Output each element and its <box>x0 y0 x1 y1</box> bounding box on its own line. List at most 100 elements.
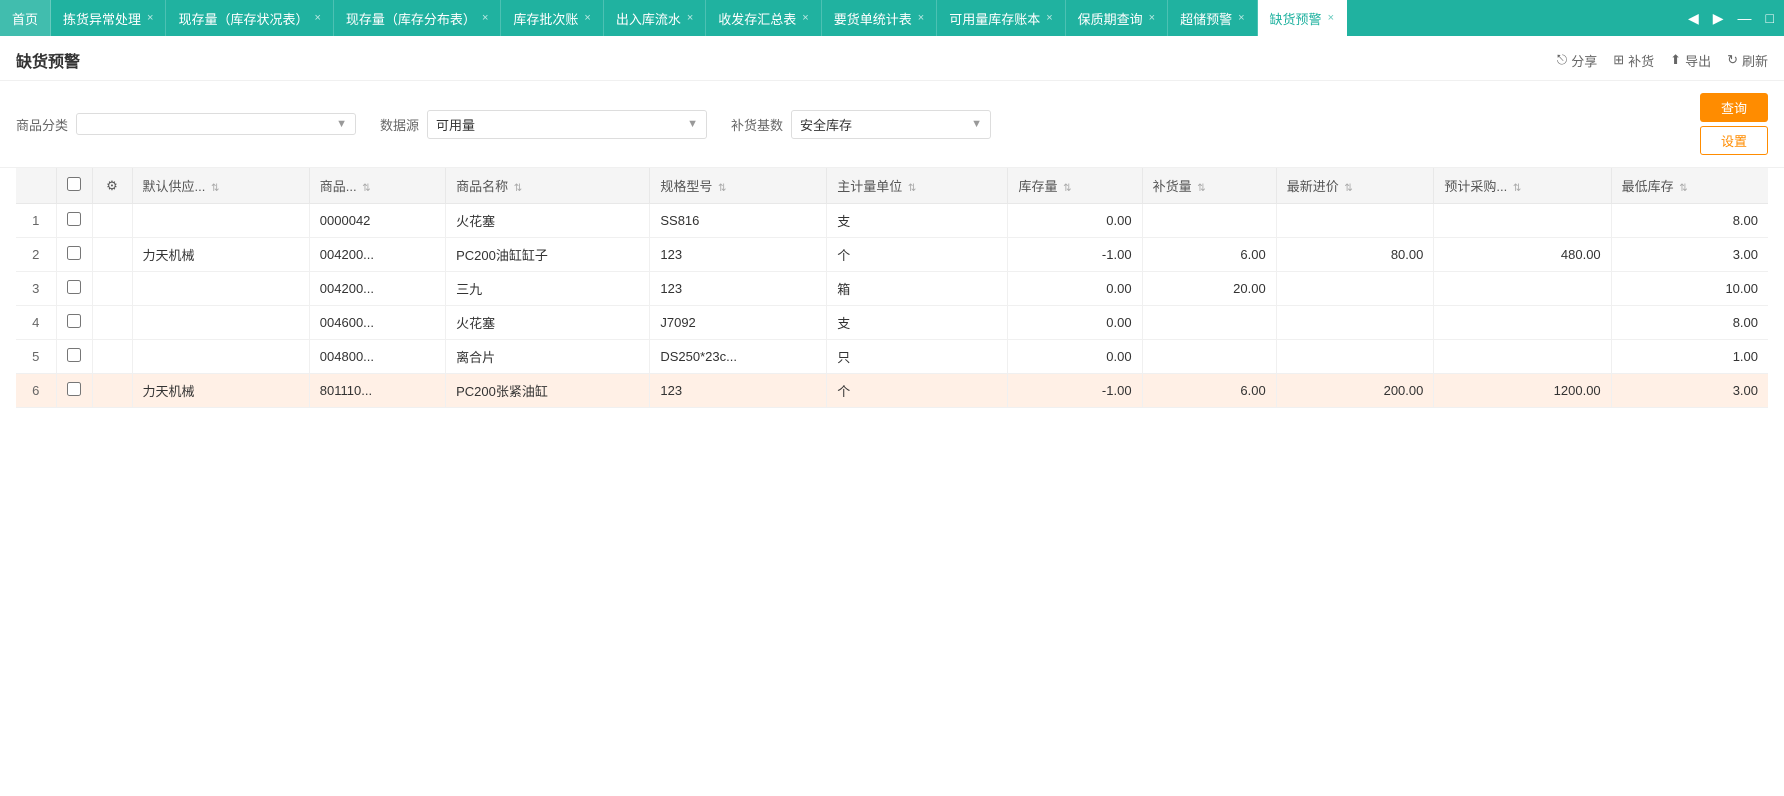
select-all-checkbox[interactable] <box>67 177 81 191</box>
row-latest-price <box>1276 340 1434 374</box>
row-checkbox[interactable] <box>67 314 81 328</box>
tab-overstock[interactable]: 超储预警 × <box>1168 0 1257 36</box>
row-unit: 支 <box>827 306 1008 340</box>
col-header-estimated-purchase[interactable]: 预计采购... ⇅ <box>1434 168 1611 204</box>
export-icon: ⬆ <box>1670 52 1681 68</box>
table-row: 1 0000042 火花塞 SS816 支 0.00 8.00 <box>16 204 1768 238</box>
tab-batch-account[interactable]: 库存批次账 × <box>501 0 603 36</box>
min-stock-sort-icon: ⇅ <box>1679 183 1687 194</box>
tab-next-btn[interactable]: ▶ <box>1707 9 1730 27</box>
row-checkbox[interactable] <box>67 348 81 362</box>
tab-available-ledger[interactable]: 可用量库存账本 × <box>937 0 1065 36</box>
tab-demand-stat[interactable]: 要货单统计表 × <box>822 0 937 36</box>
row-check[interactable] <box>56 238 92 272</box>
page-header: 缺货预警 ⎋ 分享 ⊞ 补货 ⬆ 导出 ↻ 刷新 <box>0 36 1784 81</box>
tab-batch-account-close[interactable]: × <box>584 12 590 24</box>
col-header-spec[interactable]: 规格型号 ⇅ <box>650 168 827 204</box>
row-check[interactable] <box>56 272 92 306</box>
category-select[interactable]: ▼ <box>76 113 356 135</box>
share-icon: ⎋ <box>1557 52 1567 68</box>
row-latest-price: 80.00 <box>1276 238 1434 272</box>
tab-exception-close[interactable]: × <box>147 12 153 24</box>
replenish-button[interactable]: ⊞ 补货 <box>1613 51 1654 70</box>
row-stock: -1.00 <box>1008 374 1142 408</box>
stock-sort-icon: ⇅ <box>1063 183 1071 194</box>
query-button[interactable]: 查询 <box>1700 93 1768 122</box>
tab-inout-flow[interactable]: 出入库流水 × <box>604 0 706 36</box>
tab-stock-status-close[interactable]: × <box>314 12 320 24</box>
datasource-chevron-icon: ▼ <box>687 118 698 130</box>
datasource-label: 数据源 <box>380 115 419 134</box>
tab-inout-flow-close[interactable]: × <box>687 12 693 24</box>
row-spec: 123 <box>650 374 827 408</box>
col-header-product-name[interactable]: 商品名称 ⇅ <box>446 168 650 204</box>
row-check[interactable] <box>56 374 92 408</box>
product-code-sort-icon: ⇅ <box>362 183 370 194</box>
row-latest-price <box>1276 272 1434 306</box>
tab-demand-stat-close[interactable]: × <box>918 12 924 24</box>
col-header-num <box>16 168 56 204</box>
row-check[interactable] <box>56 306 92 340</box>
row-settings-cell <box>92 374 132 408</box>
row-product-name: PC200张紧油缸 <box>446 374 650 408</box>
tab-exception[interactable]: 拣货异常处理 × <box>51 0 166 36</box>
row-product-name: 火花塞 <box>446 204 650 238</box>
tab-expiry-close[interactable]: × <box>1149 12 1155 24</box>
tab-overstock-close[interactable]: × <box>1238 12 1244 24</box>
row-supplier <box>132 204 309 238</box>
supplier-sort-icon: ⇅ <box>211 183 219 194</box>
row-latest-price: 200.00 <box>1276 374 1434 408</box>
row-checkbox[interactable] <box>67 280 81 294</box>
replenish-base-chevron-icon: ▼ <box>971 118 982 130</box>
row-spec: DS250*23c... <box>650 340 827 374</box>
tab-shortage[interactable]: 缺货预警 × <box>1258 0 1347 36</box>
tab-shortage-close[interactable]: × <box>1328 12 1334 24</box>
tab-collect-send-close[interactable]: × <box>802 12 808 24</box>
row-estimated-purchase <box>1434 306 1611 340</box>
row-checkbox[interactable] <box>67 382 81 396</box>
row-replenish-qty: 6.00 <box>1142 374 1276 408</box>
tab-prev-btn[interactable]: ◀ <box>1682 9 1705 27</box>
row-stock: 0.00 <box>1008 272 1142 306</box>
tab-stock-dist[interactable]: 现存量（库存分布表） × <box>334 0 501 36</box>
col-header-latest-price[interactable]: 最新进价 ⇅ <box>1276 168 1434 204</box>
row-replenish-qty: 20.00 <box>1142 272 1276 306</box>
export-button[interactable]: ⬆ 导出 <box>1670 51 1711 70</box>
col-header-stock[interactable]: 库存量 ⇅ <box>1008 168 1142 204</box>
window-minimize-btn[interactable]: — <box>1732 9 1758 27</box>
row-check[interactable] <box>56 340 92 374</box>
row-unit: 个 <box>827 238 1008 272</box>
filter-actions: 查询 设置 <box>1700 93 1768 155</box>
table-row: 3 004200... 三九 123 箱 0.00 20.00 10.00 <box>16 272 1768 306</box>
tab-home[interactable]: 首页 <box>0 0 51 36</box>
tab-stock-status[interactable]: 现存量（库存状况表） × <box>166 0 333 36</box>
tab-stock-dist-close[interactable]: × <box>482 12 488 24</box>
row-product-code: 004200... <box>309 272 445 306</box>
col-header-replenish-qty[interactable]: 补货量 ⇅ <box>1142 168 1276 204</box>
replenish-base-select[interactable]: 安全库存 ▼ <box>791 110 991 139</box>
row-checkbox[interactable] <box>67 212 81 226</box>
window-maximize-btn[interactable]: □ <box>1760 9 1780 27</box>
row-checkbox[interactable] <box>67 246 81 260</box>
tab-collect-send[interactable]: 收发存汇总表 × <box>706 0 821 36</box>
row-estimated-purchase <box>1434 340 1611 374</box>
col-header-product-code[interactable]: 商品... ⇅ <box>309 168 445 204</box>
row-min-stock: 10.00 <box>1611 272 1768 306</box>
col-header-settings[interactable]: ⚙ <box>92 168 132 204</box>
col-header-min-stock[interactable]: 最低库存 ⇅ <box>1611 168 1768 204</box>
tab-expiry[interactable]: 保质期查询 × <box>1066 0 1168 36</box>
datasource-select[interactable]: 可用量 ▼ <box>427 110 707 139</box>
settings-button[interactable]: 设置 <box>1700 126 1768 155</box>
col-header-unit[interactable]: 主计量单位 ⇅ <box>827 168 1008 204</box>
row-stock: 0.00 <box>1008 204 1142 238</box>
tab-available-ledger-close[interactable]: × <box>1046 12 1052 24</box>
share-button[interactable]: ⎋ 分享 <box>1557 51 1597 70</box>
row-supplier <box>132 340 309 374</box>
refresh-icon: ↻ <box>1727 52 1738 68</box>
row-check[interactable] <box>56 204 92 238</box>
table-settings-icon[interactable]: ⚙ <box>106 178 118 193</box>
col-header-supplier[interactable]: 默认供应... ⇅ <box>132 168 309 204</box>
page-title: 缺货预警 <box>16 48 80 72</box>
row-product-code: 004600... <box>309 306 445 340</box>
refresh-button[interactable]: ↻ 刷新 <box>1727 51 1768 70</box>
